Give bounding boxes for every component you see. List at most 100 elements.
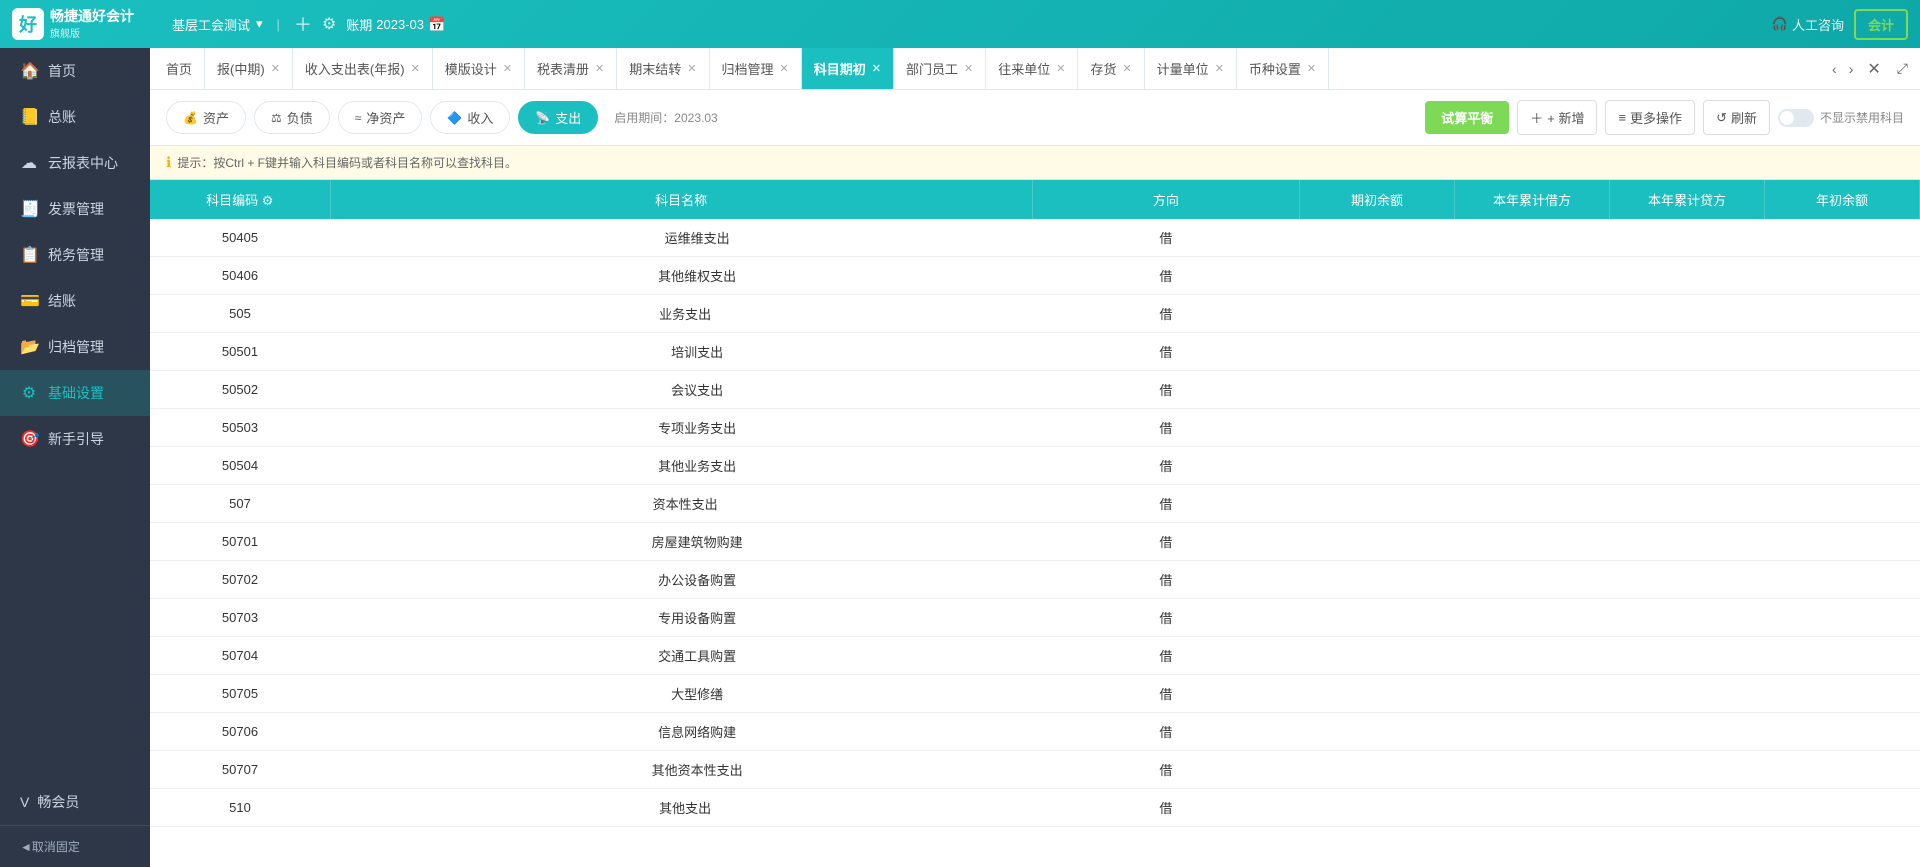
table-row: 50405 运维维支出 借 — [150, 219, 1920, 257]
table-row: 50703 专用设备购置 借 — [150, 599, 1920, 637]
sidebar-item-reports[interactable]: ☁ 云报表中心 — [0, 140, 150, 186]
tab-next-button[interactable]: › — [1843, 48, 1860, 90]
refresh-button[interactable]: ↺ 刷新 — [1703, 100, 1770, 135]
disable-toggle[interactable] — [1778, 109, 1814, 127]
period-display: 账期 2023-03 📅 — [346, 15, 445, 34]
add-button[interactable]: ＋ + 新增 — [1517, 100, 1597, 135]
sidebar-label-invoice: 发票管理 — [48, 199, 104, 219]
tab-close-6[interactable]: ✕ — [780, 62, 789, 75]
tab-close-5[interactable]: ✕ — [687, 62, 696, 75]
cell-name: 信息网络购建 — [330, 713, 1032, 751]
sidebar-item-ledger[interactable]: 📒 总账 — [0, 94, 150, 140]
settings-icon[interactable]: ⚙ — [322, 14, 336, 34]
project-selector[interactable]: 基层工会测试 ▾ — [172, 15, 263, 34]
tab-close-2[interactable]: ✕ — [411, 62, 420, 75]
period-value: 2023-03 — [376, 17, 424, 32]
cell-ytd-credit — [1610, 599, 1765, 637]
sidebar-item-settings[interactable]: ⚙ 基础设置 — [0, 370, 150, 416]
sidebar-item-tax[interactable]: 📋 税务管理 — [0, 232, 150, 278]
cell-year-init — [1765, 371, 1920, 409]
cell-code: 507 — [150, 485, 330, 523]
sidebar-item-vip[interactable]: V 畅会员 — [0, 779, 150, 825]
cell-period-init — [1300, 751, 1455, 789]
tab-close-3[interactable]: ✕ — [503, 62, 512, 75]
calendar-icon[interactable]: 📅 — [428, 16, 445, 33]
tab-label-1: 报(中期) — [217, 59, 265, 78]
tab-11[interactable]: 计量单位✕ — [1145, 48, 1237, 90]
account-button[interactable]: 会计 — [1854, 9, 1908, 40]
more-button[interactable]: ≡ 更多操作 — [1605, 100, 1695, 135]
cell-period-init — [1300, 637, 1455, 675]
tab-8[interactable]: 部门员工✕ — [894, 48, 986, 90]
cell-period-init — [1300, 447, 1455, 485]
toggle-label: 不显示禁用科目 — [1820, 109, 1904, 126]
cell-ytd-credit — [1610, 637, 1765, 675]
cell-name: 交通工具购置 — [330, 637, 1032, 675]
tab-1[interactable]: 报(中期) ✕ — [205, 48, 293, 90]
sidebar-item-archive[interactable]: 📂 归档管理 — [0, 324, 150, 370]
cell-name: 其他业务支出 — [330, 447, 1032, 485]
tab-close-7[interactable]: ✕ — [872, 62, 881, 75]
category-tab-income[interactable]: 🔷 收入 — [430, 101, 510, 134]
table-row: 50501 培训支出 借 — [150, 333, 1920, 371]
tab-2[interactable]: 收入支出表(年报)✕ — [293, 48, 433, 90]
cell-ytd-credit — [1610, 295, 1765, 333]
tab-close-8[interactable]: ✕ — [964, 62, 973, 75]
cell-ytd-debit — [1455, 257, 1610, 295]
cell-name: 资本性支出 — [330, 485, 1032, 523]
tab-close-all-button[interactable]: ✕ — [1859, 48, 1888, 90]
tab-0[interactable]: 首页 — [154, 48, 205, 90]
tab-6[interactable]: 归档管理✕ — [710, 48, 802, 90]
sidebar-item-invoice[interactable]: 🧾 发票管理 — [0, 186, 150, 232]
cell-code: 505 — [150, 295, 330, 333]
cell-ytd-debit — [1455, 409, 1610, 447]
cell-ytd-credit — [1610, 675, 1765, 713]
cell-ytd-debit — [1455, 637, 1610, 675]
sidebar-label-archive: 归档管理 — [48, 337, 104, 357]
add-icon: ＋ — [1530, 108, 1543, 127]
sidebar-item-closing[interactable]: 💳 结账 — [0, 278, 150, 324]
cell-period-init — [1300, 371, 1455, 409]
tab-prev-button[interactable]: ‹ — [1826, 48, 1843, 90]
cell-code: 50704 — [150, 637, 330, 675]
sidebar-label-tax: 税务管理 — [48, 245, 104, 265]
cell-dir: 借 — [1032, 371, 1299, 409]
tab-close-1[interactable]: ✕ — [271, 62, 280, 75]
support-button[interactable]: 🎧 人工咨询 — [1772, 15, 1844, 34]
sidebar-pin-button[interactable]: ◄取消固定 — [0, 825, 150, 867]
balance-button[interactable]: 试算平衡 — [1425, 101, 1509, 134]
project-name[interactable]: 基层工会测试 — [172, 15, 250, 34]
toolbar-actions: 试算平衡 ＋ + 新增 ≡ 更多操作 ↺ 刷新 不显示禁用科目 — [1425, 100, 1904, 135]
cell-ytd-debit — [1455, 713, 1610, 751]
tab-7[interactable]: 科目期初✕ — [802, 48, 894, 90]
sidebar-item-home[interactable]: 🏠 首页 — [0, 48, 150, 94]
tab-close-11[interactable]: ✕ — [1215, 62, 1224, 75]
expense-tab-icon: 📡 — [535, 111, 550, 125]
tab-9[interactable]: 往来单位✕ — [986, 48, 1078, 90]
tab-expand-button[interactable]: ⤢ — [1889, 48, 1916, 90]
cell-name: 其他支出 — [330, 789, 1032, 827]
logo-icon: 好 — [12, 8, 44, 40]
period-info: 启用期间：2023.03 — [614, 109, 717, 126]
tab-close-9[interactable]: ✕ — [1056, 62, 1065, 75]
category-tab-expense[interactable]: 📡 支出 — [518, 101, 598, 134]
tab-close-10[interactable]: ✕ — [1122, 62, 1131, 75]
tab-4[interactable]: 税表清册✕ — [525, 48, 617, 90]
category-tab-liability[interactable]: ⚖ 负债 — [254, 101, 330, 134]
tab-close-12[interactable]: ✕ — [1307, 62, 1316, 75]
tab-3[interactable]: 模版设计✕ — [433, 48, 525, 90]
tab-close-4[interactable]: ✕ — [595, 62, 604, 75]
tab-5[interactable]: 期末结转✕ — [617, 48, 709, 90]
th-2: 方向 — [1032, 180, 1299, 219]
sidebar-item-guide[interactable]: 🎯 新手引导 — [0, 416, 150, 462]
tabs-container: 首页报(中期)✕收入支出表(年报)✕模版设计✕税表清册✕期末结转✕归档管理✕科目… — [154, 48, 1826, 90]
support-label: 人工咨询 — [1792, 15, 1844, 34]
category-tab-asset[interactable]: 💰 资产 — [166, 101, 246, 134]
tab-10[interactable]: 存货✕ — [1078, 48, 1144, 90]
tab-12[interactable]: 币种设置✕ — [1237, 48, 1329, 90]
category-tab-equity[interactable]: ≈ 净资产 — [338, 101, 423, 134]
asset-tab-label: 资产 — [203, 108, 229, 127]
add-tab-button[interactable]: ＋ — [294, 11, 312, 37]
cell-ytd-debit — [1455, 599, 1610, 637]
table-row: 50701 房屋建筑物购建 借 — [150, 523, 1920, 561]
